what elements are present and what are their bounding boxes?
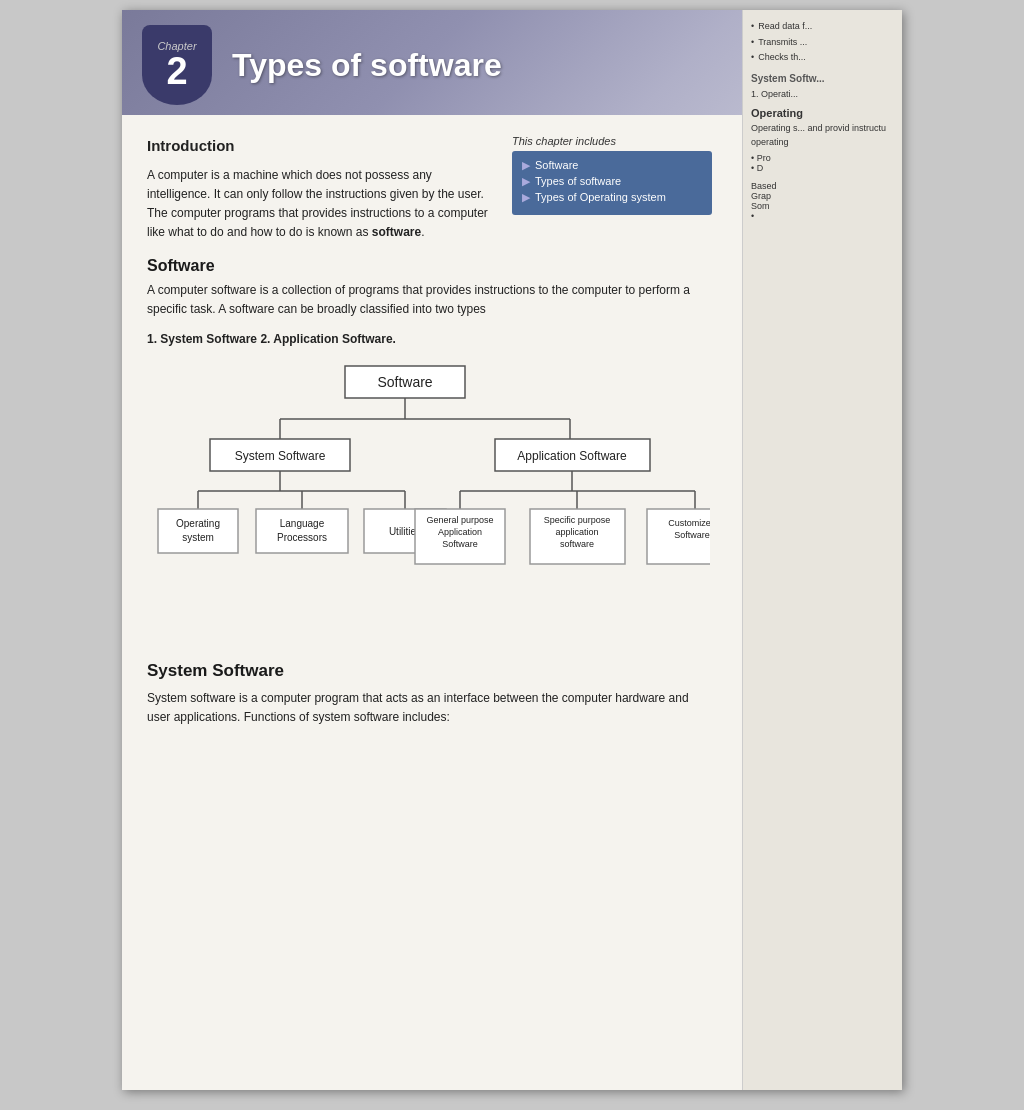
right-sidebar: • Read data f... • Transmits ... • Check…	[742, 10, 902, 1090]
sidebar-bullet-3: • Checks th...	[751, 51, 894, 65]
chapter-badge: Chapter 2	[142, 25, 212, 105]
diagram-container: Software System Software Application Sof…	[147, 361, 712, 641]
lang-box	[256, 509, 348, 553]
sidebar-bullets: • Read data f... • Transmits ... • Check…	[751, 20, 894, 65]
software-section: Software A computer software is a collec…	[147, 257, 712, 319]
os-label-2: system	[182, 532, 214, 543]
chapter-includes-box: This chapter includes ▶ Software ▶ Types…	[512, 135, 712, 242]
intro-row: Introduction A computer is a machine whi…	[147, 135, 712, 242]
sidebar-item1: 1. Operati...	[751, 88, 894, 102]
diagram-root-label: Software	[377, 374, 432, 390]
includes-item-1: ▶ Software	[522, 159, 702, 172]
custom-label-2: Software	[674, 530, 710, 540]
gen-label-2: Application	[437, 527, 481, 537]
gen-label-1: General purpose	[426, 515, 493, 525]
sidebar-based: Based Grap Som •	[751, 181, 894, 221]
intro-text-block: Introduction A computer is a machine whi…	[147, 135, 492, 242]
chapter-includes-title: This chapter includes	[512, 135, 712, 147]
includes-item-3: ▶ Types of Operating system	[522, 191, 702, 204]
header-title: Types of software	[232, 47, 502, 84]
sidebar-bullet-1: • Read data f...	[751, 20, 894, 34]
os-box	[158, 509, 238, 553]
chapter-number: 2	[166, 52, 187, 90]
sidebar-sub-bullets: • Pro • D	[751, 153, 894, 173]
os-label-1: Operating	[176, 518, 220, 529]
spec-label-2: application	[555, 527, 598, 537]
lang-label-1: Language	[279, 518, 324, 529]
lang-label-2: Processors	[276, 532, 326, 543]
main-content: Introduction A computer is a machine whi…	[122, 115, 737, 747]
system-software-label: System Software	[234, 449, 325, 463]
software-diagram: Software System Software Application Sof…	[150, 361, 710, 641]
custom-label-1: Customized	[668, 518, 710, 528]
intro-heading: Introduction	[147, 135, 492, 158]
software-heading: Software	[147, 257, 712, 275]
gen-label-3: Software	[442, 539, 478, 549]
sidebar-system-label: System Softw...	[751, 73, 894, 84]
sidebar-operating-heading: Operating	[751, 107, 894, 119]
app-software-label: Application Software	[517, 449, 627, 463]
sidebar-operating-text: Operating s... and provid instructu oper…	[751, 122, 894, 149]
sidebar-bullet-2: • Transmits ...	[751, 36, 894, 50]
spec-label-1: Specific purpose	[543, 515, 610, 525]
software-body: A computer software is a collection of p…	[147, 281, 712, 319]
intro-paragraph: A computer is a machine which does not p…	[147, 166, 492, 243]
system-software-heading: System Software	[147, 661, 712, 681]
page: Chapter 2 Types of software • Read data …	[122, 10, 902, 1090]
chapter-includes-list: ▶ Software ▶ Types of software ▶ Types o…	[512, 151, 712, 215]
spec-label-3: software	[559, 539, 593, 549]
includes-item-2: ▶ Types of software	[522, 175, 702, 188]
system-software-section: System Software System software is a com…	[147, 661, 712, 727]
types-line: 1. System Software 2. Application Softwa…	[147, 332, 712, 346]
system-software-body: System software is a computer program th…	[147, 689, 712, 727]
